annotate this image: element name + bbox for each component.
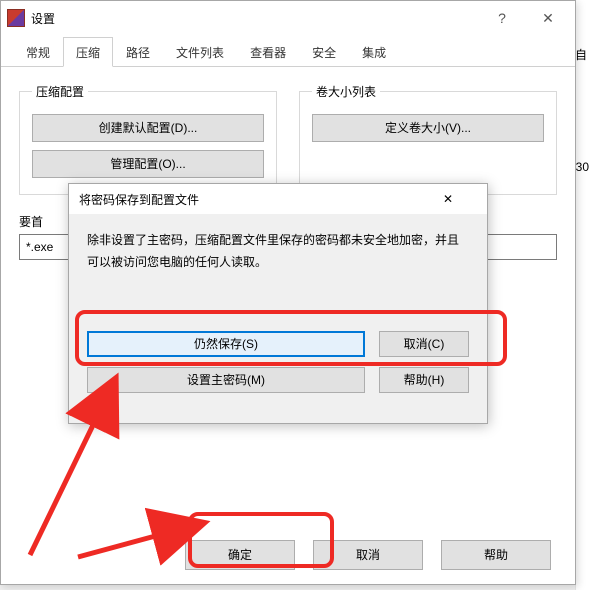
dialog-cancel-button[interactable]: 取消(C) (379, 331, 469, 357)
tab-security[interactable]: 安全 (299, 37, 349, 67)
dialog-titlebar: 将密码保存到配置文件 ✕ (69, 184, 487, 214)
dialog-close-button[interactable]: ✕ (443, 186, 483, 212)
tab-integration[interactable]: 集成 (349, 37, 399, 67)
bg-text2: 30 (576, 160, 589, 174)
volume-sizes-legend: 卷大小列表 (312, 83, 380, 100)
bottom-button-bar: 确定 取消 帮助 (1, 540, 575, 570)
compress-profiles-group: 压缩配置 创建默认配置(D)... 管理配置(O)... (19, 83, 277, 195)
cancel-button[interactable]: 取消 (313, 540, 423, 570)
ok-button[interactable]: 确定 (185, 540, 295, 570)
close-icon: ✕ (443, 192, 483, 206)
define-volume-size-button[interactable]: 定义卷大小(V)... (312, 114, 544, 142)
tab-viewer[interactable]: 查看器 (237, 37, 299, 67)
compress-profiles-legend: 压缩配置 (32, 83, 88, 100)
create-default-profile-button[interactable]: 创建默认配置(D)... (32, 114, 264, 142)
dialog-title: 将密码保存到配置文件 (79, 191, 443, 208)
window-title: 设置 (31, 10, 479, 27)
background-window-edge: 自 30 (575, 0, 589, 590)
tab-filelist[interactable]: 文件列表 (163, 37, 237, 67)
dialog-message: 除非设置了主密码，压缩配置文件里保存的密码都未安全地加密，并且可以被访问您电脑的… (87, 230, 469, 273)
close-icon: ✕ (542, 10, 554, 27)
set-master-password-button[interactable]: 设置主密码(M) (87, 367, 365, 393)
winrar-icon (7, 9, 25, 27)
tab-path[interactable]: 路径 (113, 37, 163, 67)
close-button[interactable]: ✕ (525, 3, 571, 33)
help-titlebar-button[interactable]: ? (479, 3, 525, 33)
manage-profiles-button[interactable]: 管理配置(O)... (32, 150, 264, 178)
bg-text: 自 (575, 46, 587, 63)
dialog-help-button[interactable]: 帮助(H) (379, 367, 469, 393)
titlebar: 设置 ? ✕ (1, 1, 575, 35)
save-anyway-button[interactable]: 仍然保存(S) (87, 331, 365, 357)
tab-compression[interactable]: 压缩 (63, 37, 113, 67)
save-password-dialog: 将密码保存到配置文件 ✕ 除非设置了主密码，压缩配置文件里保存的密码都未安全地加… (68, 183, 488, 424)
tab-general[interactable]: 常规 (13, 37, 63, 67)
volume-sizes-group: 卷大小列表 定义卷大小(V)... (299, 83, 557, 195)
help-button[interactable]: 帮助 (441, 540, 551, 570)
tab-bar: 常规 压缩 路径 文件列表 查看器 安全 集成 (1, 35, 575, 67)
